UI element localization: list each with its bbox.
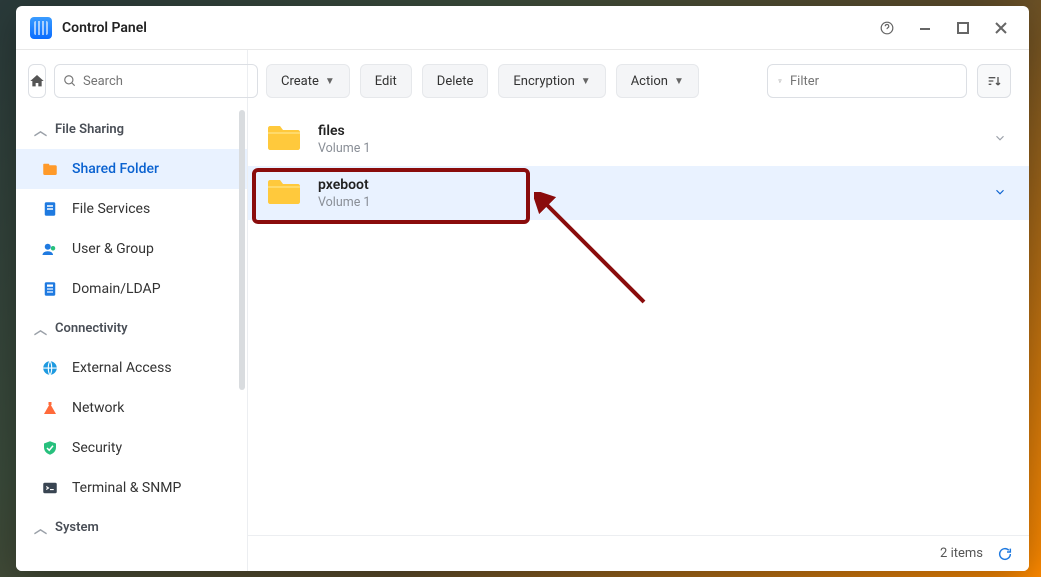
user-group-icon bbox=[40, 239, 60, 259]
sidebar-item-label: Security bbox=[72, 440, 122, 456]
domain-ldap-icon bbox=[40, 279, 60, 299]
close-icon bbox=[995, 22, 1007, 34]
caret-down-icon: ▼ bbox=[674, 76, 684, 87]
help-icon bbox=[880, 21, 894, 35]
home-icon bbox=[29, 73, 45, 89]
item-count: 2 items bbox=[940, 546, 983, 561]
sidebar-item-label: User & Group bbox=[72, 241, 154, 257]
edit-label: Edit bbox=[375, 74, 397, 89]
titlebar: Control Panel bbox=[16, 6, 1029, 50]
control-panel-window: Control Panel ︿File Shari bbox=[16, 6, 1029, 571]
statusbar: 2 items bbox=[248, 535, 1029, 571]
sidebar-item-label: Domain/LDAP bbox=[72, 281, 161, 297]
chevron-up-icon: ︿ bbox=[34, 319, 47, 338]
folder-row[interactable]: files Volume 1 bbox=[248, 112, 1029, 166]
sidebar-item-security[interactable]: Security bbox=[16, 428, 247, 468]
sidebar-item-domain-ldap[interactable]: Domain/LDAP bbox=[16, 269, 247, 309]
chevron-up-icon: ︿ bbox=[34, 120, 47, 139]
minimize-button[interactable] bbox=[911, 14, 939, 42]
chevron-down-icon[interactable] bbox=[993, 184, 1007, 203]
sidebar-item-file-services[interactable]: File Services bbox=[16, 189, 247, 229]
sidebar-item-label: Terminal & SNMP bbox=[72, 480, 181, 496]
encryption-label: Encryption bbox=[513, 74, 574, 89]
funnel-icon bbox=[778, 74, 782, 88]
caret-down-icon: ▼ bbox=[325, 76, 335, 87]
sidebar-item-shared-folder[interactable]: Shared Folder bbox=[16, 149, 247, 189]
sidebar-item-label: Network bbox=[72, 400, 124, 416]
folder-name: files bbox=[318, 123, 977, 139]
sidebar-item-external-access[interactable]: External Access bbox=[16, 348, 247, 388]
sidebar-scrollbar[interactable] bbox=[239, 110, 245, 390]
external-access-icon bbox=[40, 358, 60, 378]
main-panel: Create▼ Edit Delete Encryption▼ Action▼ … bbox=[248, 50, 1029, 571]
maximize-button[interactable] bbox=[949, 14, 977, 42]
sidebar-item-user-group[interactable]: User & Group bbox=[16, 229, 247, 269]
sidebar-item-label: File Services bbox=[72, 201, 150, 217]
folder-list: files Volume 1 pxeboot Volume 1 bbox=[248, 112, 1029, 535]
minimize-icon bbox=[919, 22, 931, 34]
folder-icon bbox=[266, 122, 302, 156]
toolbar: Create ▼ Edit Delete Encryption ▼ Action ▼ bbox=[248, 50, 1029, 112]
folder-row[interactable]: pxeboot Volume 1 bbox=[248, 166, 1029, 220]
sidebar-group-label: File Sharing bbox=[55, 122, 124, 137]
app-icon bbox=[30, 17, 52, 39]
sidebar-group-system[interactable]: ︿ System bbox=[16, 508, 247, 547]
terminal-icon bbox=[40, 478, 60, 498]
maximize-icon bbox=[957, 22, 969, 34]
sidebar-group-label: Connectivity bbox=[55, 321, 128, 336]
sidebar-item-label: External Access bbox=[72, 360, 172, 376]
encryption-button[interactable]: Encryption ▼ bbox=[498, 64, 605, 98]
create-button[interactable]: Create ▼ bbox=[266, 64, 350, 98]
folder-volume: Volume 1 bbox=[318, 141, 977, 156]
sidebar-search-input[interactable] bbox=[83, 74, 249, 89]
sidebar-item-terminal-snmp[interactable]: Terminal & SNMP bbox=[16, 468, 247, 508]
help-button[interactable] bbox=[873, 14, 901, 42]
caret-down-icon: ▼ bbox=[581, 76, 591, 87]
sort-icon bbox=[986, 73, 1002, 89]
security-icon bbox=[40, 438, 60, 458]
edit-button[interactable]: Edit bbox=[360, 64, 412, 98]
action-button[interactable]: Action ▼ bbox=[616, 64, 699, 98]
delete-button[interactable]: Delete bbox=[422, 64, 489, 98]
sort-button[interactable] bbox=[977, 64, 1011, 98]
search-icon bbox=[63, 74, 77, 88]
shared-folder-icon bbox=[40, 159, 60, 179]
file-services-icon bbox=[40, 199, 60, 219]
window-title: Control Panel bbox=[62, 20, 147, 36]
folder-icon bbox=[266, 176, 302, 210]
create-label: Create bbox=[281, 74, 319, 89]
delete-label: Delete bbox=[437, 74, 474, 89]
close-button[interactable] bbox=[987, 14, 1015, 42]
sidebar-group-file-sharing[interactable]: ︿ File Sharing bbox=[16, 110, 247, 149]
home-button[interactable] bbox=[28, 64, 46, 98]
filter-field[interactable] bbox=[767, 64, 967, 98]
refresh-button[interactable] bbox=[997, 546, 1013, 562]
chevron-down-icon[interactable] bbox=[993, 130, 1007, 149]
folder-volume: Volume 1 bbox=[318, 195, 977, 210]
sidebar-item-network[interactable]: Network bbox=[16, 388, 247, 428]
folder-name: pxeboot bbox=[318, 177, 977, 193]
refresh-icon bbox=[997, 546, 1013, 562]
sidebar: ︿ File Sharing Shared Folder File Services U… bbox=[16, 50, 248, 571]
sidebar-group-connectivity[interactable]: ︿ Connectivity bbox=[16, 309, 247, 348]
action-label: Action bbox=[631, 74, 668, 89]
chevron-up-icon: ︿ bbox=[34, 518, 47, 537]
sidebar-group-label: System bbox=[55, 520, 99, 535]
network-icon bbox=[40, 398, 60, 418]
sidebar-search[interactable] bbox=[54, 64, 258, 98]
filter-input[interactable] bbox=[790, 74, 956, 89]
sidebar-item-label: Shared Folder bbox=[72, 161, 159, 177]
